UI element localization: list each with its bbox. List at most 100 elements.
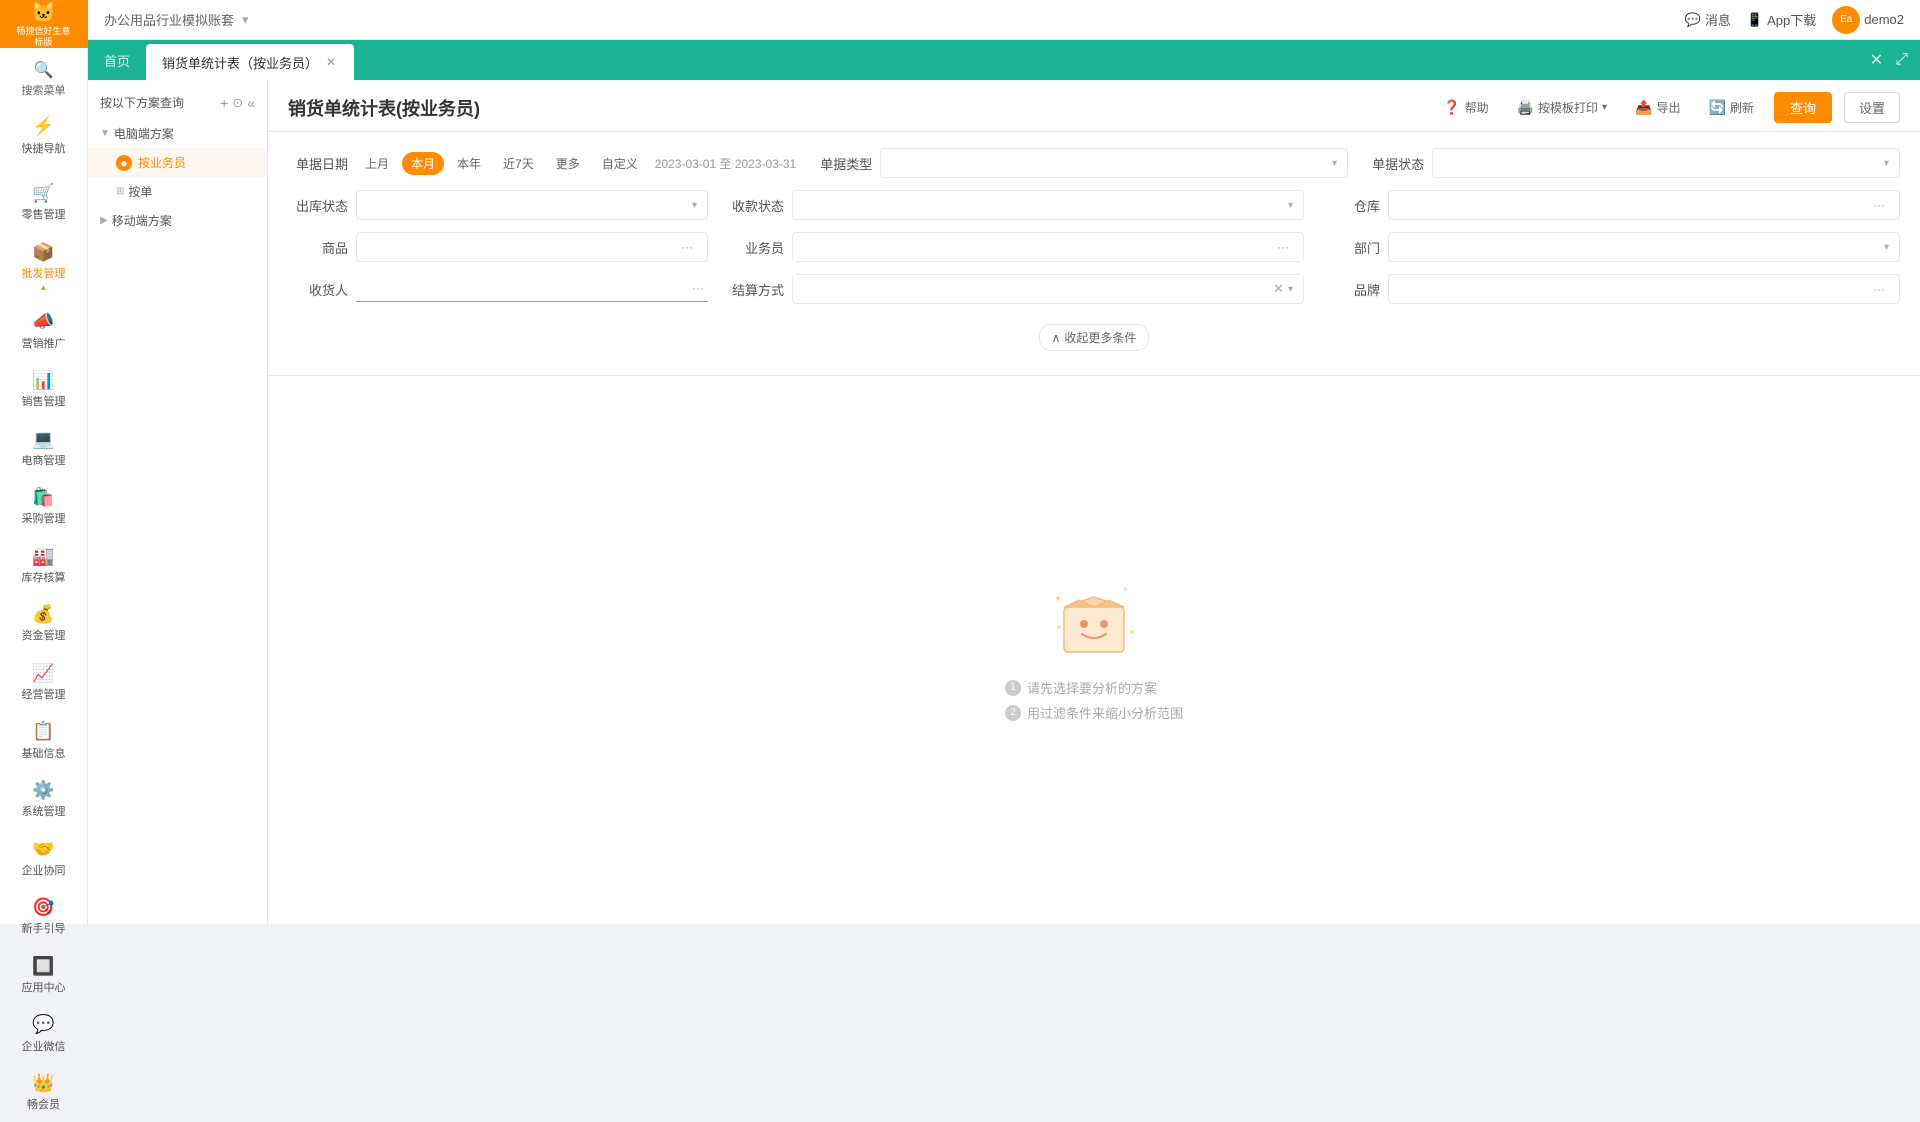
right-content: 销货单统计表(按业务员) ❓ 帮助 🖨️ 按模板打印 ▾ 📤 导出 bbox=[268, 80, 1920, 924]
pay-dropdown[interactable]: ▾ bbox=[792, 190, 1304, 220]
receiver-more-icon[interactable]: ··· bbox=[688, 281, 708, 295]
out-dropdown[interactable]: ▾ bbox=[356, 190, 708, 220]
export-label: 导出 bbox=[1657, 99, 1681, 116]
panel-add-icon[interactable]: + bbox=[220, 95, 228, 111]
sidebar-item-marketing[interactable]: 📣 营销推广 bbox=[0, 301, 87, 360]
sidebar-item-management[interactable]: 📈 经营管理 bbox=[0, 653, 87, 712]
tab-sales-stat[interactable]: 销货单统计表（按业务员） ✕ bbox=[146, 44, 354, 80]
user-label: demo2 bbox=[1864, 12, 1904, 27]
download-label: App下载 bbox=[1767, 10, 1816, 29]
sidebar-item-finance[interactable]: 💰 资金管理 bbox=[0, 594, 87, 653]
salesperson-dropdown[interactable]: ··· bbox=[792, 232, 1304, 262]
sidebar-item-guide[interactable]: 🎯 新手引导 bbox=[0, 887, 87, 946]
page-actions: ❓ 帮助 🖨️ 按模板打印 ▾ 📤 导出 🔄 刷新 bbox=[1435, 92, 1900, 123]
sidebar-item-basic[interactable]: 📋 基础信息 bbox=[0, 711, 87, 770]
tab-sales-stat-label: 销货单统计表（按业务员） bbox=[162, 53, 318, 72]
date-7days-btn[interactable]: 近7天 bbox=[494, 152, 543, 175]
brand-dropdown[interactable]: ··· bbox=[1388, 274, 1900, 304]
export-btn[interactable]: 📤 导出 bbox=[1627, 95, 1688, 120]
panel-group-desktop-title[interactable]: ▼ 电脑端方案 bbox=[88, 119, 267, 148]
app-logo: 🐱 畅捷信好生意 标版 bbox=[0, 0, 88, 48]
dept-dropdown[interactable]: ▾ bbox=[1388, 232, 1900, 262]
panel-sub-group[interactable]: ⊞ 按单 bbox=[88, 177, 267, 206]
tabbar-actions: ✕ ⤢ bbox=[1866, 46, 1920, 74]
date-this-month-btn[interactable]: 本月 bbox=[402, 152, 444, 175]
active-dot-icon: ● bbox=[116, 155, 132, 171]
quick-nav-label: 快捷导航 bbox=[22, 142, 66, 157]
product-label: 商品 bbox=[288, 238, 348, 257]
help-btn[interactable]: ❓ 帮助 bbox=[1435, 95, 1496, 120]
dept-dropdown-arrow: ▾ bbox=[1884, 242, 1889, 253]
main-area: 办公用品行业模拟账套 ▾ 💬 消息 📱 App下载 Ea demo2 首页 bbox=[88, 0, 1920, 924]
sidebar-item-wholesale[interactable]: 📦 批发管理 ▲ bbox=[0, 232, 87, 302]
date-more-btn[interactable]: 更多 bbox=[547, 152, 589, 175]
page-header: 销货单统计表(按业务员) ❓ 帮助 🖨️ 按模板打印 ▾ 📤 导出 bbox=[268, 80, 1920, 132]
filter-row-3: 商品 ··· 业务员 ··· bbox=[288, 232, 1900, 262]
settle-clear-icon[interactable]: ✕ bbox=[1273, 281, 1284, 297]
tab-maximize-icon[interactable]: ⤢ bbox=[1891, 47, 1912, 73]
warehouse-label: 仓库 bbox=[1320, 196, 1380, 215]
sidebar-item-quick-nav[interactable]: ⚡ 快捷导航 bbox=[0, 106, 87, 165]
panel-edit-icon[interactable]: ⊙ bbox=[232, 95, 243, 111]
tab-home[interactable]: 首页 bbox=[88, 40, 146, 80]
sidebar-item-retail[interactable]: 🛒 零售管理 bbox=[0, 173, 87, 232]
dept-label: 部门 bbox=[1320, 238, 1380, 257]
sidebar-item-sales[interactable]: 📊 销售管理 bbox=[0, 360, 87, 419]
topbar-arrow-icon[interactable]: ▾ bbox=[242, 12, 249, 28]
brand-more-icon[interactable]: ··· bbox=[1869, 282, 1889, 296]
sub-group-expand-icon: ⊞ bbox=[116, 186, 124, 197]
panel-section: ▼ 电脑端方案 ● 按业务员 ⊞ 按单 ▶ 移动端方案 bbox=[88, 119, 267, 235]
empty-hint-2: 2 用过滤条件来缩小分析范围 bbox=[1005, 703, 1183, 722]
sidebar: 🐱 畅捷信好生意 标版 🔍 搜索菜单 ⚡ 快捷导航 🛒 零售管理 📦 批发管理 … bbox=[0, 0, 88, 924]
user-btn[interactable]: Ea demo2 bbox=[1832, 6, 1904, 34]
query-btn[interactable]: 查询 bbox=[1774, 92, 1832, 123]
date-this-year-btn[interactable]: 本年 bbox=[448, 152, 490, 175]
collapse-btn[interactable]: ∧ 收起更多条件 bbox=[1039, 324, 1150, 351]
status-control: ▾ bbox=[1432, 148, 1900, 178]
sidebar-item-inventory[interactable]: 🏭 库存核算 bbox=[0, 536, 87, 595]
message-btn[interactable]: 💬 消息 bbox=[1685, 10, 1731, 29]
sidebar-item-system[interactable]: ⚙️ 系统管理 bbox=[0, 770, 87, 829]
panel-group-desktop: ▼ 电脑端方案 ● 按业务员 ⊞ 按单 bbox=[88, 119, 267, 206]
settings-btn[interactable]: 设置 bbox=[1844, 92, 1900, 123]
panel-collapse-icon[interactable]: « bbox=[247, 95, 255, 111]
filter-row-2: 出库状态 ▾ 收款状态 ▾ bbox=[288, 190, 1900, 220]
status-dropdown[interactable]: ▾ bbox=[1432, 148, 1900, 178]
sidebar-item-collab[interactable]: 🤝 企业协同 bbox=[0, 829, 87, 888]
download-btn[interactable]: 📱 App下载 bbox=[1747, 10, 1816, 29]
tab-close-icon[interactable]: ✕ bbox=[324, 53, 338, 71]
help-icon: ❓ bbox=[1443, 99, 1460, 116]
receiver-input[interactable] bbox=[356, 276, 688, 299]
sidebar-item-member[interactable]: 👑 畅会员 bbox=[0, 1063, 87, 1122]
collapse-arrow-icon: ∧ bbox=[1052, 331, 1061, 345]
empty-svg-icon: ✦ ✦ bbox=[1044, 572, 1144, 662]
salesperson-more-icon[interactable]: ··· bbox=[1273, 240, 1293, 254]
hint1-num: 1 bbox=[1005, 680, 1021, 696]
sidebar-item-purchase[interactable]: 🛍️ 采购管理 bbox=[0, 477, 87, 536]
panel-item-salesperson[interactable]: ● 按业务员 bbox=[88, 148, 267, 177]
refresh-label: 刷新 bbox=[1730, 99, 1754, 116]
sidebar-item-apps[interactable]: 🔲 应用中心 bbox=[0, 946, 87, 1005]
date-custom-btn[interactable]: 自定义 bbox=[593, 152, 647, 175]
panel-group-mobile-title[interactable]: ▶ 移动端方案 bbox=[88, 206, 267, 235]
avatar: Ea bbox=[1832, 6, 1860, 34]
group-expand-icon: ▼ bbox=[100, 128, 110, 139]
settle-dropdown[interactable]: ✕ ▾ bbox=[792, 274, 1304, 304]
sidebar-item-wecom[interactable]: 💬 企业微信 bbox=[0, 1004, 87, 1063]
sidebar-item-ecommerce[interactable]: 💻 电商管理 bbox=[0, 419, 87, 478]
product-dropdown[interactable]: ··· bbox=[356, 232, 708, 262]
panel-header: 按以下方案查询 + ⊙ « bbox=[88, 90, 267, 119]
type-dropdown[interactable]: ▾ bbox=[880, 148, 1348, 178]
warehouse-dropdown[interactable]: ··· bbox=[1388, 190, 1900, 220]
tabbar: 首页 销货单统计表（按业务员） ✕ ✕ ⤢ bbox=[88, 40, 1920, 80]
date-last-month-btn[interactable]: 上月 bbox=[356, 152, 398, 175]
print-btn[interactable]: 🖨️ 按模板打印 ▾ bbox=[1509, 95, 1615, 120]
tab-restore-icon[interactable]: ✕ bbox=[1866, 46, 1887, 74]
warehouse-more-icon[interactable]: ··· bbox=[1869, 198, 1889, 212]
tab-home-label: 首页 bbox=[104, 51, 130, 70]
refresh-btn[interactable]: 🔄 刷新 bbox=[1701, 95, 1762, 120]
product-more-icon[interactable]: ··· bbox=[677, 240, 697, 254]
status-label: 单据状态 bbox=[1364, 154, 1424, 173]
sidebar-search[interactable]: 🔍 搜索菜单 bbox=[0, 48, 87, 106]
item-salesperson-label: 按业务员 bbox=[138, 154, 186, 171]
